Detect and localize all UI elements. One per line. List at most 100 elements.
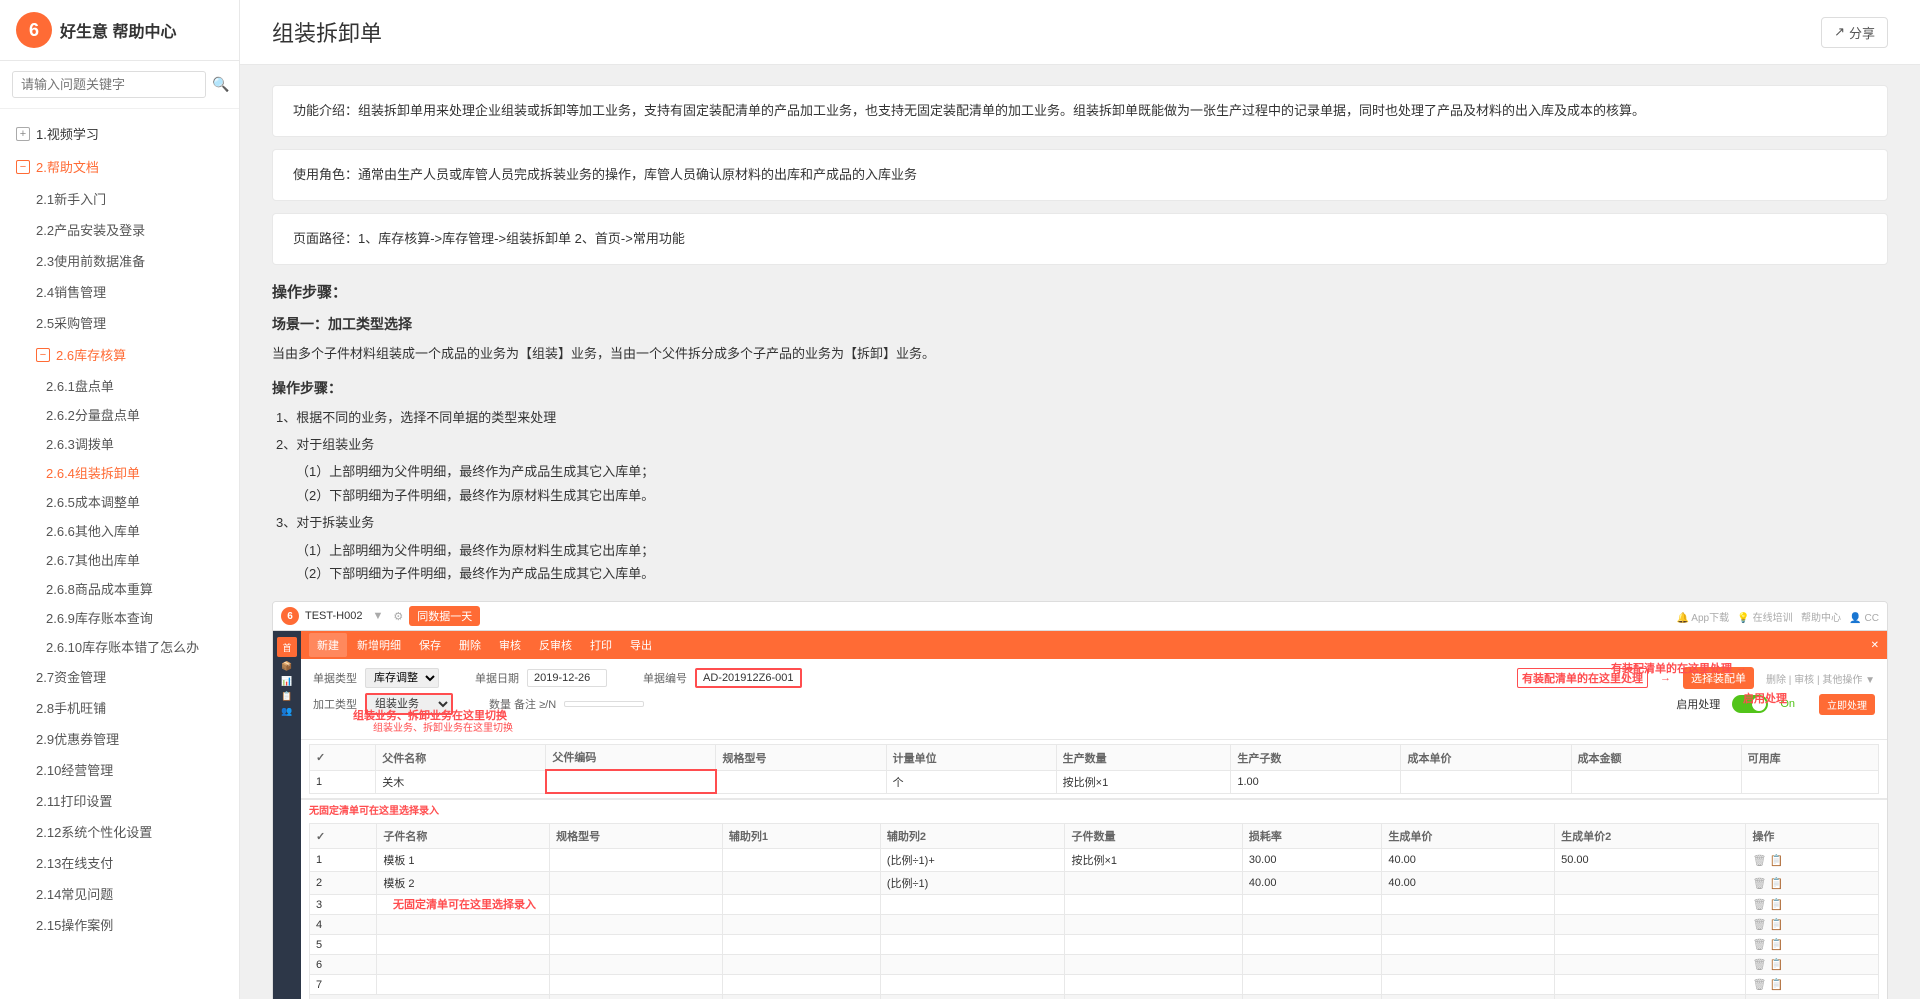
page-title: 组装拆卸单 bbox=[272, 16, 382, 48]
parent-code-cell bbox=[546, 770, 716, 793]
step2-sub2: （2）下部明细为子件明细，最终作为原材料生成其它出库单。 bbox=[272, 484, 1888, 507]
sidebar-item-cost-adjust[interactable]: 2.6.5成本调整单 bbox=[0, 487, 239, 516]
sidebar-item-other-out[interactable]: 2.6.7其他出库单 bbox=[0, 545, 239, 574]
app-nav-export[interactable]: 导出 bbox=[622, 633, 660, 657]
app-test-label: TEST-H002 bbox=[305, 610, 362, 622]
sidebar-item-assembly[interactable]: 2.6.4组装拆卸单 bbox=[0, 458, 239, 487]
topbar-refresh-btn[interactable]: 同数据一天 bbox=[409, 606, 480, 626]
share-icon: ↗ bbox=[1834, 24, 1845, 40]
app-nav-unreview[interactable]: 反审核 bbox=[531, 633, 580, 657]
sidebar-item-print[interactable]: 2.11打印设置 bbox=[0, 785, 239, 816]
app-nav-review[interactable]: 审核 bbox=[491, 633, 529, 657]
app-nav-icon5[interactable]: 👥 bbox=[281, 706, 292, 717]
content-body: 功能介绍：组装拆卸单用来处理企业组装或拆卸等加工业务，支持有固定装配清单的产品加… bbox=[240, 65, 1920, 999]
sidebar-item-label: 2.帮助文档 bbox=[36, 157, 99, 176]
collapse-icon: − bbox=[16, 160, 30, 174]
child-row-5: 5🗑 📋 bbox=[310, 935, 1879, 955]
nav-list: + 1.视频学习 − 2.帮助文档 2.1新手入门 2.2产品安装及登录 2.3… bbox=[0, 109, 239, 999]
col-parent-code: 父件编码 bbox=[546, 745, 716, 771]
app-main-area: 新建 新增明细 保存 删除 审核 反审核 打印 导出 ✕ bbox=[301, 631, 1887, 999]
sidebar-item-other-in[interactable]: 2.6.6其他入库单 bbox=[0, 516, 239, 545]
sidebar-item-docs[interactable]: − 2.帮助文档 bbox=[0, 150, 239, 183]
doc-type-label: 单据类型 bbox=[313, 670, 357, 686]
app-nav-print[interactable]: 打印 bbox=[582, 633, 620, 657]
app-screenshot-container: 6 TEST-H002 ▼ ⚙ 同数据一天 🔔 App下载 💡 在线培训 帮助中… bbox=[272, 601, 1888, 999]
sidebar-item-inventory[interactable]: − 2.6库存核算 bbox=[0, 338, 239, 371]
parent-table-row: 1 关木 个 按比例×1 1.00 bbox=[310, 770, 1879, 793]
qty-label: 数量 备注 ≥/N bbox=[489, 696, 556, 712]
app-close-icon[interactable]: ✕ bbox=[1871, 640, 1879, 651]
sidebar-item-newbie[interactable]: 2.1新手入门 bbox=[0, 183, 239, 214]
sidebar-item-label: 1.视频学习 bbox=[36, 124, 99, 143]
app-nav-icon3[interactable]: 📊 bbox=[281, 676, 292, 687]
sidebar-item-finance[interactable]: 2.7资金管理 bbox=[0, 661, 239, 692]
col-avail: 可用库 bbox=[1741, 745, 1878, 771]
share-button[interactable]: ↗ 分享 bbox=[1821, 17, 1888, 48]
sidebar-item-ops[interactable]: 2.10经营管理 bbox=[0, 754, 239, 785]
app-nav-new[interactable]: 新建 bbox=[309, 633, 347, 657]
col-unit: 计量单位 bbox=[886, 745, 1056, 771]
date-value: 2019-12-26 bbox=[527, 669, 607, 687]
nav-section-1: + 1.视频学习 bbox=[0, 117, 239, 150]
app-topbar: 6 TEST-H002 ▼ ⚙ 同数据一天 🔔 App下载 💡 在线培训 帮助中… bbox=[273, 602, 1887, 631]
step3-sub1: （1）上部明细为父件明细，最终作为原材料生成其它出库单； bbox=[272, 539, 1888, 562]
col-check: ✓ bbox=[310, 745, 376, 771]
app-body: 首 📦 📊 📋 👥 新建 新增明细 保存 删除 bbox=[273, 631, 1887, 999]
step1: 1、根据不同的业务，选择不同单据的类型来处理 bbox=[272, 406, 1888, 429]
sidebar-item-data-prep[interactable]: 2.3使用前数据准备 bbox=[0, 245, 239, 276]
sidebar-item-ledger-query[interactable]: 2.6.9库存账本查询 bbox=[0, 603, 239, 632]
sidebar-item-transfer[interactable]: 2.6.3调拨单 bbox=[0, 429, 239, 458]
app-nav-save[interactable]: 保存 bbox=[411, 633, 449, 657]
sidebar-item-purchase[interactable]: 2.5采购管理 bbox=[0, 307, 239, 338]
child-row-4: 4🗑 📋 bbox=[310, 915, 1879, 935]
step3-sub2: （2）下部明细为子件明细，最终作为产成品生成其它入库单。 bbox=[272, 562, 1888, 585]
path-text: 页面路径：1、库存核算->库存管理->组装拆卸单 2、首页->常用功能 bbox=[293, 228, 1867, 250]
expand-icon: + bbox=[16, 127, 30, 141]
col-cost-price: 成本单价 bbox=[1401, 745, 1571, 771]
sidebar-item-payment[interactable]: 2.13在线支付 bbox=[0, 847, 239, 878]
assembly-type-select[interactable]: 组装业务 拆卸业务 bbox=[365, 693, 453, 715]
sidebar-item-cost-recalc[interactable]: 2.6.8商品成本重算 bbox=[0, 574, 239, 603]
form-row-2: 加工类型 组装业务 拆卸业务 数量 备注 ≥/N 启用处理 bbox=[313, 693, 1875, 715]
col-parent-name: 父件名称 bbox=[376, 745, 546, 771]
select-assembly-btn[interactable]: 选择装配单 bbox=[1683, 667, 1754, 689]
sidebar-item-install[interactable]: 2.2产品安装及登录 bbox=[0, 214, 239, 245]
app-nav-delete[interactable]: 删除 bbox=[451, 633, 489, 657]
assembly-type-label: 加工类型 bbox=[313, 696, 357, 712]
path-card: 页面路径：1、库存核算->库存管理->组装拆卸单 2、首页->常用功能 bbox=[272, 213, 1888, 265]
step2-sub1: （1）上部明细为父件明细，最终作为产成品生成其它入库单； bbox=[272, 460, 1888, 483]
app-nav-icon1[interactable]: 首 bbox=[277, 637, 297, 657]
enable-toggle[interactable] bbox=[1732, 695, 1768, 713]
doc-type-select[interactable]: 库存调整 bbox=[365, 668, 439, 688]
doc-no-label: 单据编号 bbox=[643, 670, 687, 686]
nav-section-2: − 2.帮助文档 2.1新手入门 2.2产品安装及登录 2.3使用前数据准备 2… bbox=[0, 150, 239, 940]
sidebar-item-faq[interactable]: 2.14常见问题 bbox=[0, 878, 239, 909]
app-nav-icon2[interactable]: 📦 bbox=[281, 661, 292, 672]
app-nav-icon4[interactable]: 📋 bbox=[281, 691, 292, 702]
intro-card: 功能介绍：组装拆卸单用来处理企业组装或拆卸等加工业务，支持有固定装配清单的产品加… bbox=[272, 85, 1888, 137]
sidebar-item-ledger-error[interactable]: 2.6.10库存账本错了怎么办 bbox=[0, 632, 239, 661]
confirm-btn[interactable]: 立即处理 bbox=[1819, 694, 1875, 715]
main-content: 组装拆卸单 ↗ 分享 功能介绍：组装拆卸单用来处理企业组装或拆卸等加工业务，支持… bbox=[240, 0, 1920, 999]
search-input[interactable] bbox=[12, 71, 206, 98]
search-icon[interactable]: 🔍 bbox=[212, 76, 229, 93]
sidebar-item-stocktake[interactable]: 2.6.1盘点单 bbox=[0, 371, 239, 400]
role-text: 使用角色：通常由生产人员或库管人员完成拆装业务的操作，库管人员确认原材料的出库和… bbox=[293, 164, 1867, 186]
app-nav-add-detail[interactable]: 新增明细 bbox=[349, 633, 409, 657]
sidebar-item-coupon[interactable]: 2.9优惠券管理 bbox=[0, 723, 239, 754]
sidebar-item-video[interactable]: + 1.视频学习 bbox=[0, 117, 239, 150]
app-left-strip: 首 📦 📊 📋 👥 bbox=[273, 631, 301, 999]
app-screenshot: 6 TEST-H002 ▼ ⚙ 同数据一天 🔔 App下载 💡 在线培训 帮助中… bbox=[273, 602, 1887, 999]
sidebar-item-label: 2.6库存核算 bbox=[56, 345, 126, 364]
app-form-area: 单据类型 库存调整 单据日期 2019-12-26 单据编号 AD-201912… bbox=[301, 659, 1887, 740]
sidebar-item-sales[interactable]: 2.4销售管理 bbox=[0, 276, 239, 307]
sidebar-item-mobile[interactable]: 2.8手机旺铺 bbox=[0, 692, 239, 723]
sidebar-item-cases[interactable]: 2.15操作案例 bbox=[0, 909, 239, 940]
child-row-1: 1模板 1(比例÷1)+按比例×130.0040.0050.00🗑 📋 bbox=[310, 849, 1879, 872]
role-card: 使用角色：通常由生产人员或库管人员完成拆装业务的操作，库管人员确认原材料的出库和… bbox=[272, 149, 1888, 201]
collapse-icon-inventory: − bbox=[36, 348, 50, 362]
annotation2-text: 组装业务、拆卸业务在这里切换 bbox=[373, 719, 513, 734]
sidebar-item-partial-stocktake[interactable]: 2.6.2分量盘点单 bbox=[0, 400, 239, 429]
sidebar-item-customize[interactable]: 2.12系统个性化设置 bbox=[0, 816, 239, 847]
child-table: ✓ 子件名称 规格型号 辅助列1 辅助列2 子件数量 损耗率 生成单价 生成单价 bbox=[309, 823, 1879, 999]
